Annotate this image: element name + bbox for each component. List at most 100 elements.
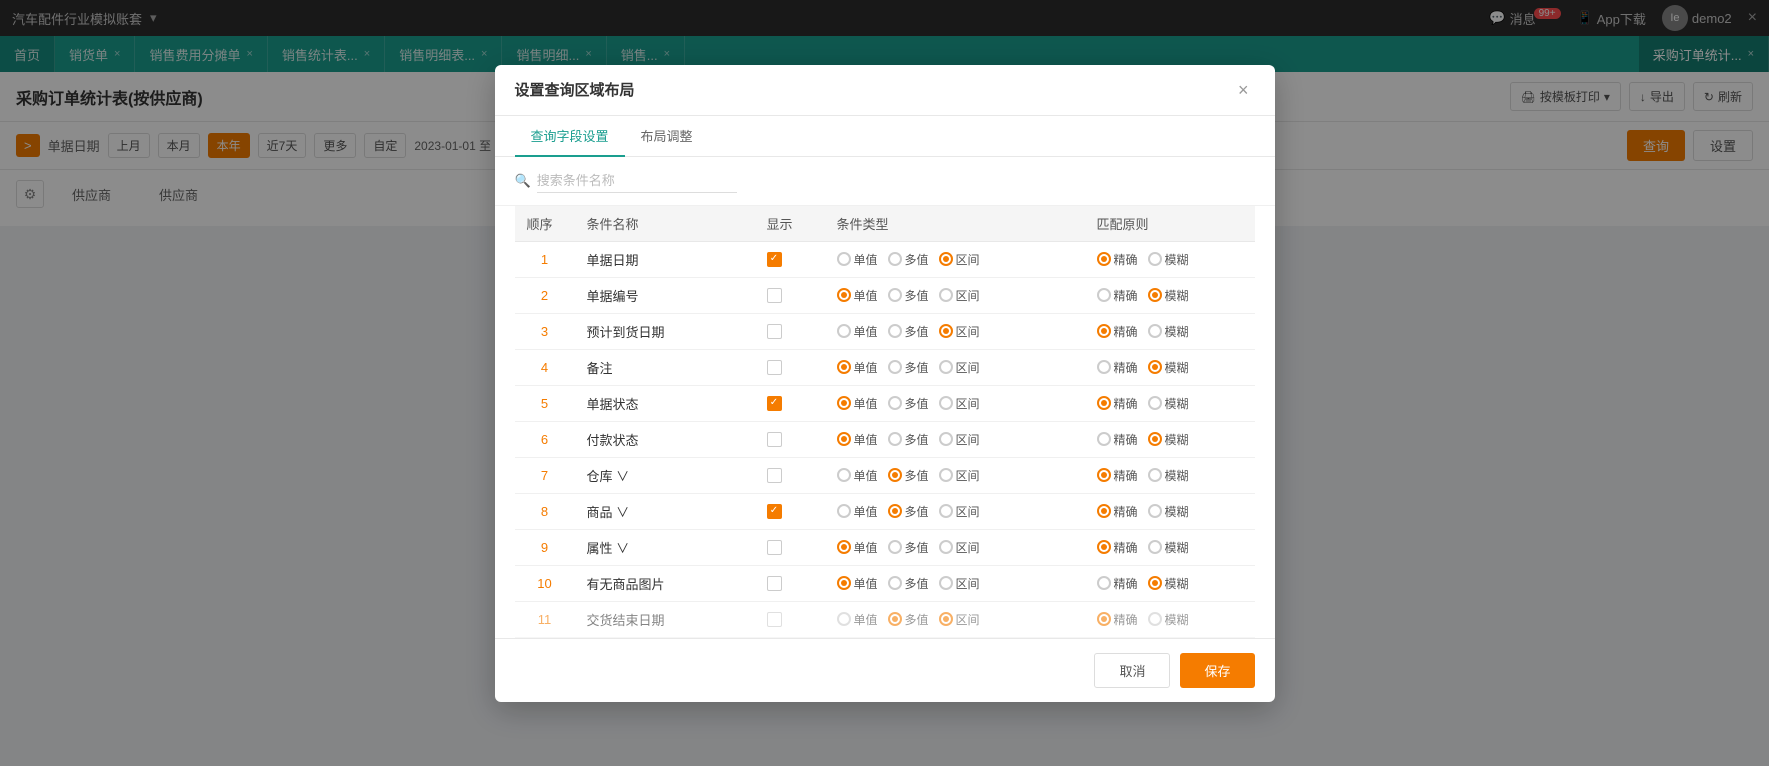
radio-circle-7a xyxy=(837,468,851,482)
show-checkbox-9[interactable] xyxy=(767,540,782,555)
radio-multi-6[interactable]: 多值 xyxy=(888,431,929,448)
type-radio-group-1: 单值 多值 区间 xyxy=(837,251,980,268)
search-input[interactable] xyxy=(537,169,737,193)
cell-show-9[interactable] xyxy=(755,532,825,563)
cell-show-1[interactable] xyxy=(755,244,825,275)
radio-fuzzy-10[interactable]: 模糊 xyxy=(1148,575,1189,592)
match-radio-group-3: 精确 模糊 xyxy=(1097,323,1189,340)
radio-multi-4[interactable]: 多值 xyxy=(888,359,929,376)
cell-show-7[interactable] xyxy=(755,460,825,491)
radio-exact-11[interactable]: 精确 xyxy=(1097,611,1138,628)
radio-exact-1[interactable]: 精确 xyxy=(1097,251,1138,268)
radio-exact-9[interactable]: 精确 xyxy=(1097,539,1138,556)
cell-order-7: 7 xyxy=(515,460,575,491)
radio-exact-10[interactable]: 精确 xyxy=(1097,575,1138,592)
cell-show-2[interactable] xyxy=(755,280,825,311)
radio-range-6[interactable]: 区间 xyxy=(939,431,980,448)
radio-single-7[interactable]: 单值 xyxy=(837,467,878,484)
show-checkbox-1[interactable] xyxy=(767,252,782,267)
radio-fuzzy-3[interactable]: 模糊 xyxy=(1148,323,1189,340)
show-checkbox-7[interactable] xyxy=(767,468,782,483)
cell-type-7: 单值 多值 区间 xyxy=(825,459,1085,492)
radio-fuzzy-11[interactable]: 模糊 xyxy=(1148,611,1189,628)
show-checkbox-2[interactable] xyxy=(767,288,782,303)
radio-single-10[interactable]: 单值 xyxy=(837,575,878,592)
radio-single-11[interactable]: 单值 xyxy=(837,611,878,628)
save-button[interactable]: 保存 xyxy=(1180,653,1254,688)
radio-range-7[interactable]: 区间 xyxy=(939,467,980,484)
radio-single-3[interactable]: 单值 xyxy=(837,323,878,340)
table-row: 5 单据状态 单值 多值 区间 精确 模糊 xyxy=(515,386,1255,422)
match-radio-group-8: 精确 模糊 xyxy=(1097,503,1189,520)
radio-range-9[interactable]: 区间 xyxy=(939,539,980,556)
cell-order-11: 11 xyxy=(515,604,575,635)
radio-multi-9[interactable]: 多值 xyxy=(888,539,929,556)
cell-show-4[interactable] xyxy=(755,352,825,383)
cell-show-3[interactable] xyxy=(755,316,825,347)
radio-fuzzy-4[interactable]: 模糊 xyxy=(1148,359,1189,376)
show-checkbox-4[interactable] xyxy=(767,360,782,375)
table-row: 9 属性 ∨ 单值 多值 区间 精确 模糊 xyxy=(515,530,1255,566)
cell-match-4: 精确 模糊 xyxy=(1085,351,1265,384)
radio-exact-8[interactable]: 精确 xyxy=(1097,503,1138,520)
radio-multi-1[interactable]: 多值 xyxy=(888,251,929,268)
dialog-tab-layout-label: 布局调整 xyxy=(641,129,693,144)
radio-range-4[interactable]: 区间 xyxy=(939,359,980,376)
radio-multi-7[interactable]: 多值 xyxy=(888,467,929,484)
radio-single-2[interactable]: 单值 xyxy=(837,287,878,304)
radio-single-5[interactable]: 单值 xyxy=(837,395,878,412)
radio-single-9[interactable]: 单值 xyxy=(837,539,878,556)
show-checkbox-3[interactable] xyxy=(767,324,782,339)
cell-show-11[interactable] xyxy=(755,604,825,635)
radio-single-8[interactable]: 单值 xyxy=(837,503,878,520)
radio-multi-3[interactable]: 多值 xyxy=(888,323,929,340)
radio-range-8[interactable]: 区间 xyxy=(939,503,980,520)
radio-exact-6[interactable]: 精确 xyxy=(1097,431,1138,448)
radio-circle-4b xyxy=(888,360,902,374)
cell-show-6[interactable] xyxy=(755,424,825,455)
radio-exact-3[interactable]: 精确 xyxy=(1097,323,1138,340)
radio-fuzzy-6[interactable]: 模糊 xyxy=(1148,431,1189,448)
radio-fuzzy-9[interactable]: 模糊 xyxy=(1148,539,1189,556)
radio-range-2[interactable]: 区间 xyxy=(939,287,980,304)
show-checkbox-5[interactable] xyxy=(767,396,782,411)
radio-exact-4[interactable]: 精确 xyxy=(1097,359,1138,376)
radio-fuzzy-2[interactable]: 模糊 xyxy=(1148,287,1189,304)
radio-fuzzy-1[interactable]: 模糊 xyxy=(1148,251,1189,268)
radio-exact-7[interactable]: 精确 xyxy=(1097,467,1138,484)
radio-multi-10[interactable]: 多值 xyxy=(888,575,929,592)
radio-fuzzy-5[interactable]: 模糊 xyxy=(1148,395,1189,412)
show-checkbox-11[interactable] xyxy=(767,612,782,627)
radio-range-5[interactable]: 区间 xyxy=(939,395,980,412)
dialog-close-button[interactable]: × xyxy=(1232,79,1255,101)
cell-show-8[interactable] xyxy=(755,496,825,527)
match-radio-group-1: 精确 模糊 xyxy=(1097,251,1189,268)
show-checkbox-6[interactable] xyxy=(767,432,782,447)
radio-range-10[interactable]: 区间 xyxy=(939,575,980,592)
dialog-tab-fields[interactable]: 查询字段设置 xyxy=(515,116,625,157)
radio-multi-11[interactable]: 多值 xyxy=(888,611,929,628)
radio-multi-2[interactable]: 多值 xyxy=(888,287,929,304)
type-radio-group-8: 单值 多值 区间 xyxy=(837,503,980,520)
show-checkbox-8[interactable] xyxy=(767,504,782,519)
table-row: 2 单据编号 单值 多值 区间 精确 模糊 xyxy=(515,278,1255,314)
radio-exact-5[interactable]: 精确 xyxy=(1097,395,1138,412)
cell-show-5[interactable] xyxy=(755,388,825,419)
radio-single-4[interactable]: 单值 xyxy=(837,359,878,376)
radio-fuzzy-8[interactable]: 模糊 xyxy=(1148,503,1189,520)
cancel-button[interactable]: 取消 xyxy=(1094,653,1170,688)
radio-range-3[interactable]: 区间 xyxy=(939,323,980,340)
radio-range-1[interactable]: 区间 xyxy=(939,251,980,268)
show-checkbox-10[interactable] xyxy=(767,576,782,591)
radio-exact-2[interactable]: 精确 xyxy=(1097,287,1138,304)
radio-single-6[interactable]: 单值 xyxy=(837,431,878,448)
radio-fuzzy-7[interactable]: 模糊 xyxy=(1148,467,1189,484)
dialog-tab-layout[interactable]: 布局调整 xyxy=(625,116,709,157)
radio-multi-8[interactable]: 多值 xyxy=(888,503,929,520)
table-row: 7 仓库 ∨ 单值 多值 区间 精确 模糊 xyxy=(515,458,1255,494)
radio-single-1[interactable]: 单值 xyxy=(837,251,878,268)
cell-show-10[interactable] xyxy=(755,568,825,599)
radio-range-11[interactable]: 区间 xyxy=(939,611,980,628)
radio-multi-5[interactable]: 多值 xyxy=(888,395,929,412)
modal-overlay: 设置查询区域布局 × 查询字段设置 布局调整 🔍 顺序 条件名称 显示 条件类型 xyxy=(0,0,1769,766)
